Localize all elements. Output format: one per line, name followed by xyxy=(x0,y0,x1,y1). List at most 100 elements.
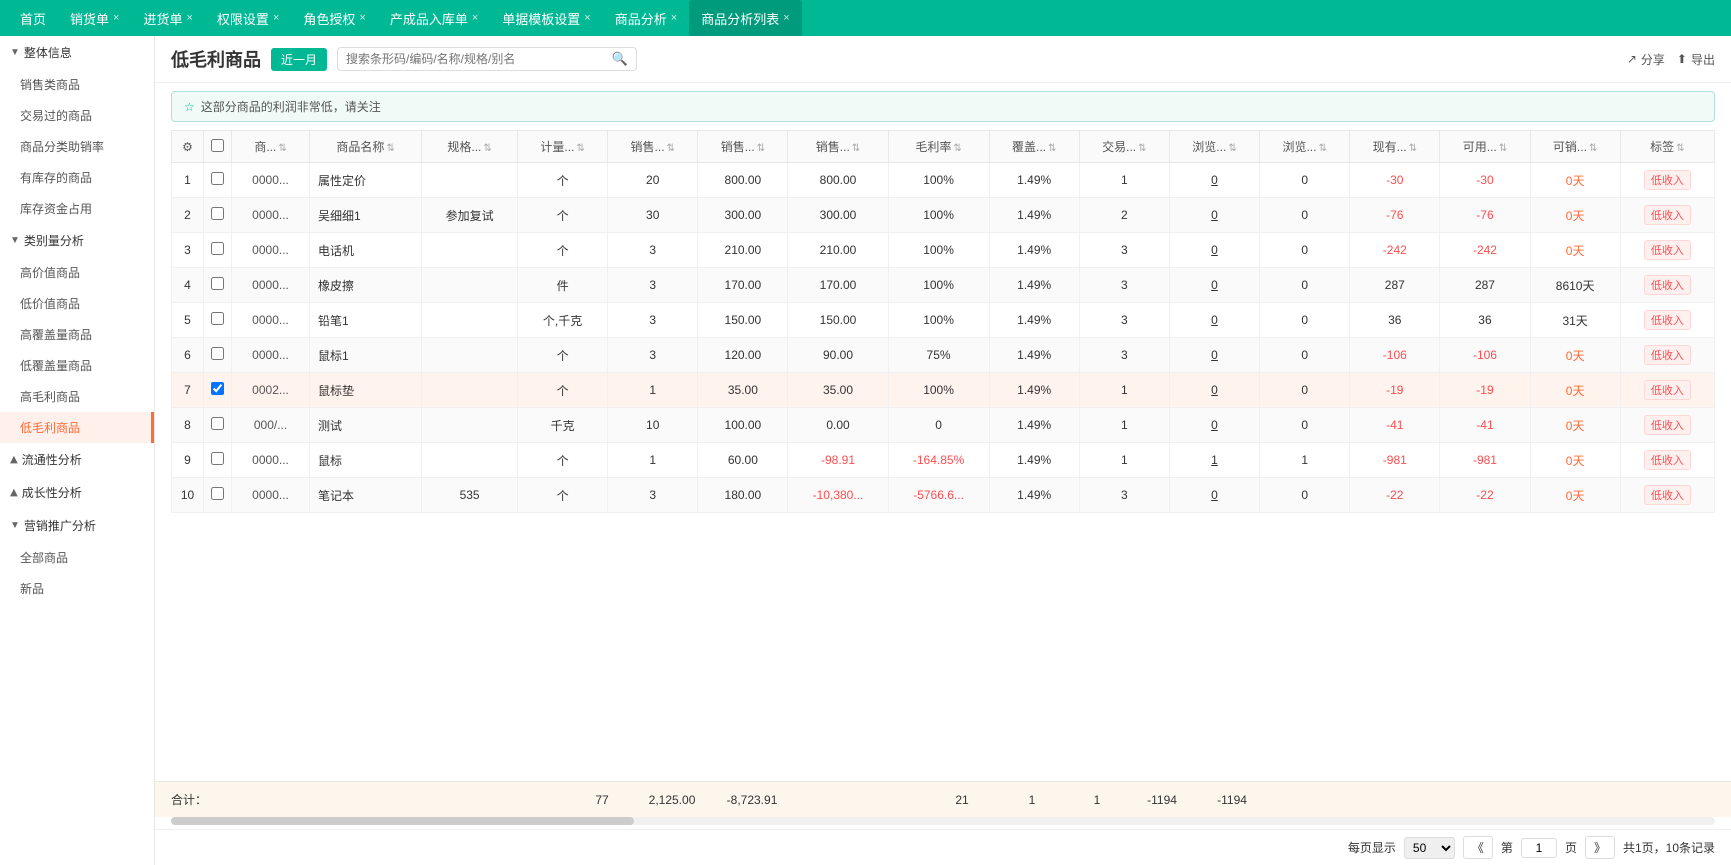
row-checkbox[interactable] xyxy=(204,443,232,478)
share-button[interactable]: ↗ 分享 xyxy=(1627,51,1665,68)
per-page-select[interactable]: 50 100 200 xyxy=(1404,837,1455,859)
sidebar-item-stock-capital[interactable]: 库存资金占用 xyxy=(0,193,154,224)
close-icon[interactable]: × xyxy=(584,12,590,24)
row-browse1[interactable]: 0 xyxy=(1169,478,1259,513)
row-checkbox[interactable] xyxy=(204,163,232,198)
sidebar-item-sales-goods[interactable]: 销售类商品 xyxy=(0,69,154,100)
row-amount: 0.00 xyxy=(788,408,888,443)
row-select-checkbox[interactable] xyxy=(211,347,224,360)
row-code: 000/... xyxy=(232,408,310,443)
nav-sales-order[interactable]: 销货单 × xyxy=(58,0,131,36)
col-browse1[interactable]: 浏览...⇅ xyxy=(1169,131,1259,163)
row-sale-days: 0天 xyxy=(1530,198,1620,233)
sidebar-item-category-rate[interactable]: 商品分类助销率 xyxy=(0,131,154,162)
sidebar-item-all-goods[interactable]: 全部商品 xyxy=(0,542,154,573)
export-button[interactable]: ⬆ 导出 xyxy=(1677,51,1715,68)
col-avail[interactable]: 可用...⇅ xyxy=(1440,131,1530,163)
col-amount[interactable]: 销售...⇅ xyxy=(788,131,888,163)
nav-purchase-order[interactable]: 进货单 × xyxy=(131,0,204,36)
close-icon[interactable]: × xyxy=(359,12,365,24)
row-select-checkbox[interactable] xyxy=(211,207,224,220)
sidebar-group-category[interactable]: ▼ 类别量分析 xyxy=(0,224,154,257)
nav-permission[interactable]: 权限设置 × xyxy=(205,0,291,36)
col-qty[interactable]: 销售...⇅ xyxy=(608,131,698,163)
close-icon[interactable]: × xyxy=(472,12,478,24)
nav-product-stock[interactable]: 产成品入库单 × xyxy=(378,0,490,36)
col-unit[interactable]: 计量...⇅ xyxy=(518,131,608,163)
close-icon[interactable]: × xyxy=(186,12,192,24)
row-checkbox[interactable] xyxy=(204,233,232,268)
sidebar-item-high-margin[interactable]: 高毛利商品 xyxy=(0,381,154,412)
col-spec[interactable]: 规格...⇅ xyxy=(422,131,518,163)
prev-page-button[interactable]: 《 xyxy=(1463,836,1493,859)
row-browse1[interactable]: 0 xyxy=(1169,163,1259,198)
sidebar-group-marketing[interactable]: ▼ 营销推广分析 xyxy=(0,509,154,542)
close-icon[interactable]: × xyxy=(671,12,677,24)
row-browse1[interactable]: 0 xyxy=(1169,268,1259,303)
row-checkbox[interactable] xyxy=(204,268,232,303)
col-settings[interactable]: ⚙ xyxy=(172,131,204,163)
sidebar-group-growth[interactable]: ▶ 成长性分析 xyxy=(0,476,154,509)
row-browse1[interactable]: 0 xyxy=(1169,233,1259,268)
row-select-checkbox[interactable] xyxy=(211,382,224,395)
col-checkbox[interactable] xyxy=(204,131,232,163)
nav-product-analysis-list[interactable]: 商品分析列表 × xyxy=(689,0,801,36)
row-code: 0000... xyxy=(232,478,310,513)
row-select-checkbox[interactable] xyxy=(211,417,224,430)
row-checkbox[interactable] xyxy=(204,198,232,233)
row-browse1[interactable]: 0 xyxy=(1169,198,1259,233)
col-sale-days[interactable]: 可销...⇅ xyxy=(1530,131,1620,163)
row-browse1[interactable]: 0 xyxy=(1169,338,1259,373)
row-select-checkbox[interactable] xyxy=(211,487,224,500)
close-icon[interactable]: × xyxy=(113,12,119,24)
close-icon[interactable]: × xyxy=(273,12,279,24)
search-input[interactable] xyxy=(346,52,612,66)
sidebar-item-traded-goods[interactable]: 交易过的商品 xyxy=(0,100,154,131)
sidebar-item-new-goods[interactable]: 新品 xyxy=(0,573,154,604)
row-checkbox[interactable] xyxy=(204,408,232,443)
row-checkbox[interactable] xyxy=(204,303,232,338)
sidebar-item-high-coverage[interactable]: 高覆盖量商品 xyxy=(0,319,154,350)
per-page-label: 每页显示 xyxy=(1348,839,1396,856)
col-tag[interactable]: 标签⇅ xyxy=(1620,131,1714,163)
col-stock[interactable]: 现有...⇅ xyxy=(1350,131,1440,163)
nav-role-auth[interactable]: 角色授权 × xyxy=(291,0,377,36)
horizontal-scrollbar[interactable] xyxy=(171,817,1715,825)
row-select-checkbox[interactable] xyxy=(211,312,224,325)
close-icon[interactable]: × xyxy=(783,12,789,24)
col-profit-rate[interactable]: 毛利率⇅ xyxy=(888,131,989,163)
row-select-checkbox[interactable] xyxy=(211,452,224,465)
search-icon[interactable]: 🔍 xyxy=(612,51,628,67)
sidebar-group-overall[interactable]: ▼ 整体信息 xyxy=(0,36,154,69)
next-page-button[interactable]: 》 xyxy=(1585,836,1615,859)
nav-template-setting[interactable]: 单据模板设置 × xyxy=(490,0,602,36)
row-checkbox[interactable] xyxy=(204,338,232,373)
sidebar-item-low-margin[interactable]: 低毛利商品 xyxy=(0,412,154,443)
row-select-checkbox[interactable] xyxy=(211,277,224,290)
select-all-checkbox[interactable] xyxy=(211,139,224,152)
row-checkbox[interactable] xyxy=(204,478,232,513)
row-select-checkbox[interactable] xyxy=(211,242,224,255)
sidebar-group-circulation[interactable]: ▶ 流通性分析 xyxy=(0,443,154,476)
row-browse1[interactable]: 0 xyxy=(1169,373,1259,408)
nav-product-analysis[interactable]: 商品分析 × xyxy=(603,0,689,36)
row-checkbox[interactable] xyxy=(204,373,232,408)
page-number-input[interactable] xyxy=(1521,838,1557,858)
sidebar-item-low-coverage[interactable]: 低覆盖量商品 xyxy=(0,350,154,381)
col-code[interactable]: 商...⇅ xyxy=(232,131,310,163)
scrollbar-thumb[interactable] xyxy=(171,817,634,825)
row-browse1[interactable]: 0 xyxy=(1169,408,1259,443)
sidebar-item-high-value[interactable]: 高价值商品 xyxy=(0,257,154,288)
sidebar-item-low-value[interactable]: 低价值商品 xyxy=(0,288,154,319)
col-price[interactable]: 销售...⇅ xyxy=(698,131,788,163)
row-browse1[interactable]: 1 xyxy=(1169,443,1259,478)
sidebar-item-in-stock[interactable]: 有库存的商品 xyxy=(0,162,154,193)
nav-home[interactable]: 首页 xyxy=(8,0,58,36)
row-browse1[interactable]: 0 xyxy=(1169,303,1259,338)
time-filter-button[interactable]: 近一月 xyxy=(271,48,327,71)
col-browse2[interactable]: 浏览...⇅ xyxy=(1260,131,1350,163)
col-trade[interactable]: 交易...⇅ xyxy=(1079,131,1169,163)
col-name[interactable]: 商品名称⇅ xyxy=(310,131,422,163)
col-coverage[interactable]: 覆盖...⇅ xyxy=(989,131,1079,163)
row-select-checkbox[interactable] xyxy=(211,172,224,185)
